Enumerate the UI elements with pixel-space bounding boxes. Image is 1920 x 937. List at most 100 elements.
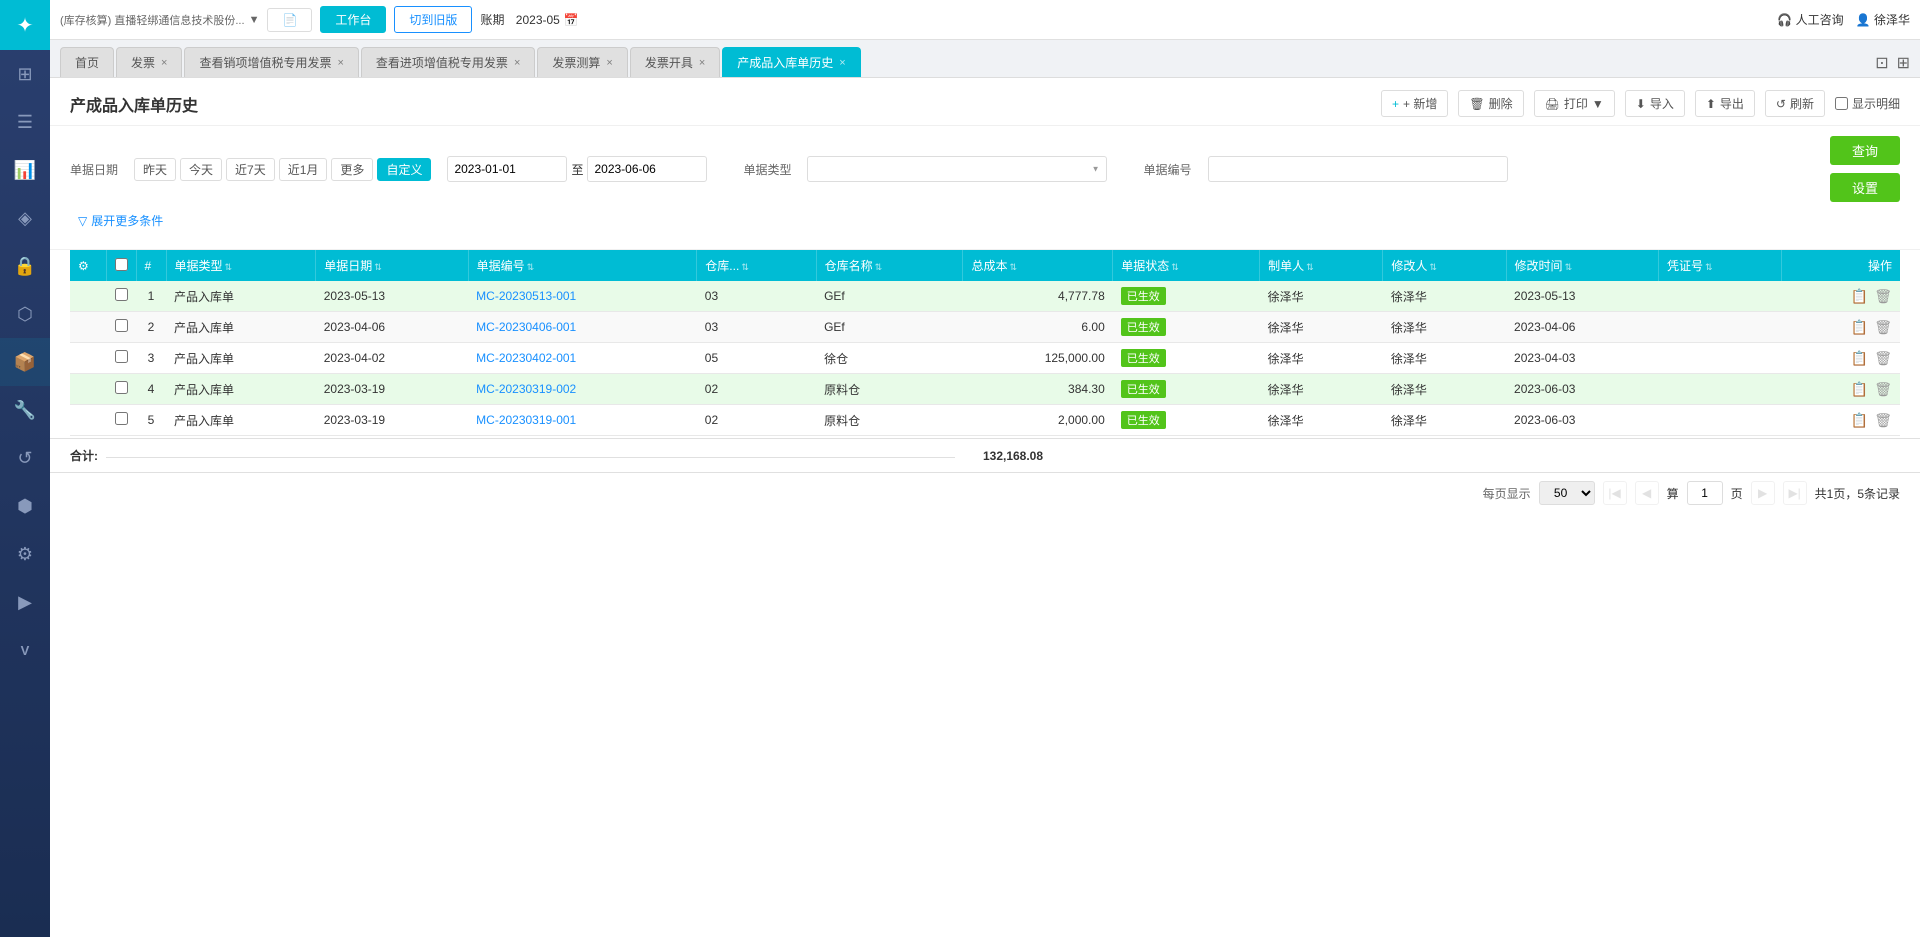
refresh-btn[interactable]: ↺ 刷新: [1765, 90, 1825, 117]
delete-btn[interactable]: 🗑 删除: [1458, 90, 1523, 117]
date-to-input[interactable]: [587, 156, 707, 182]
prev-page-btn[interactable]: ◀: [1635, 481, 1659, 505]
th-modify-time[interactable]: 修改时间⇅: [1506, 250, 1658, 281]
row-number[interactable]: MC-20230319-002: [468, 374, 697, 405]
sidebar-item-home[interactable]: ⊞: [0, 50, 50, 98]
document-btn[interactable]: 📄: [267, 8, 312, 32]
th-date[interactable]: 单据日期⇅: [316, 250, 468, 281]
show-detail-label[interactable]: 显示明细: [1835, 95, 1900, 112]
sidebar-item-doc[interactable]: ☰: [0, 98, 50, 146]
sidebar-item-diamond[interactable]: ◈: [0, 194, 50, 242]
app-logo[interactable]: ✦: [0, 0, 50, 50]
tab-invoice-close[interactable]: ×: [161, 57, 167, 69]
tab-invoice-calc[interactable]: 发票测算 ×: [537, 47, 627, 77]
import-btn[interactable]: ⬇ 导入: [1625, 90, 1685, 117]
row-checkbox[interactable]: [115, 350, 128, 363]
th-voucher[interactable]: 凭证号⇅: [1658, 250, 1781, 281]
sidebar-item-chart[interactable]: 📊: [0, 146, 50, 194]
th-settings[interactable]: ⚙: [70, 250, 106, 281]
th-total-cost[interactable]: 总成本⇅: [963, 250, 1113, 281]
number-filter-input[interactable]: [1208, 156, 1508, 182]
sidebar-item-version[interactable]: V: [0, 626, 50, 674]
row-number[interactable]: MC-20230319-001: [468, 405, 697, 436]
tab-check-input-close[interactable]: ×: [514, 57, 520, 69]
row-edit-icon[interactable]: 📋: [1851, 319, 1868, 336]
sidebar-item-product[interactable]: 📦: [0, 338, 50, 386]
row-checkbox[interactable]: [115, 288, 128, 301]
select-all-checkbox[interactable]: [115, 258, 128, 271]
row-checkbox[interactable]: [115, 319, 128, 332]
row-edit-icon[interactable]: 📋: [1851, 288, 1868, 305]
new-btn[interactable]: + + 新增: [1381, 90, 1448, 117]
sidebar-item-settings[interactable]: ⚙: [0, 530, 50, 578]
row-delete-icon[interactable]: 🗑: [1874, 350, 1892, 367]
row-edit-icon[interactable]: 📋: [1851, 412, 1868, 429]
row-checkbox-cell[interactable]: [106, 405, 136, 436]
page-number-input[interactable]: [1687, 481, 1723, 505]
row-delete-icon[interactable]: 🗑: [1874, 381, 1892, 398]
th-warehouse-name[interactable]: 仓库名称⇅: [816, 250, 963, 281]
row-delete-icon[interactable]: 🗑: [1874, 412, 1892, 429]
more-date-btn[interactable]: 更多: [331, 158, 373, 181]
th-type[interactable]: 单据类型⇅: [166, 250, 316, 281]
th-warehouse-code[interactable]: 仓库...⇅: [697, 250, 816, 281]
row-checkbox-cell[interactable]: [106, 281, 136, 312]
row-delete-icon[interactable]: 🗑: [1874, 288, 1892, 305]
company-name[interactable]: (库存核算) 直播轻绑通信息技术股份... ▼: [60, 12, 259, 28]
row-number-link[interactable]: MC-20230406-001: [476, 320, 576, 334]
page-size-select[interactable]: 50 100 200: [1539, 481, 1595, 505]
last7days-btn[interactable]: 近7天: [226, 158, 275, 181]
row-number[interactable]: MC-20230513-001: [468, 281, 697, 312]
set-btn[interactable]: 设置: [1830, 173, 1900, 202]
tab-check-sales-close[interactable]: ×: [337, 57, 343, 69]
th-creator[interactable]: 制单人⇅: [1260, 250, 1383, 281]
minimize-icon[interactable]: ⊡: [1875, 53, 1888, 73]
row-checkbox-cell[interactable]: [106, 312, 136, 343]
row-delete-icon[interactable]: 🗑: [1874, 319, 1892, 336]
date-from-input[interactable]: [447, 156, 567, 182]
next-page-btn[interactable]: ▶: [1751, 481, 1775, 505]
tab-invoice-calc-close[interactable]: ×: [606, 57, 612, 69]
sidebar-item-lock[interactable]: 🔒: [0, 242, 50, 290]
tab-invoice-open-close[interactable]: ×: [699, 57, 705, 69]
last-page-btn[interactable]: ▶|: [1783, 481, 1807, 505]
maximize-icon[interactable]: ⊞: [1897, 53, 1910, 73]
tab-home[interactable]: 首页: [60, 47, 114, 77]
sidebar-item-refresh[interactable]: ↺: [0, 434, 50, 482]
sidebar-item-tools[interactable]: 🔧: [0, 386, 50, 434]
tab-product-inbound[interactable]: 产成品入库单历史 ×: [722, 47, 860, 77]
sidebar-item-hex[interactable]: ⬡: [0, 290, 50, 338]
row-checkbox-cell[interactable]: [106, 374, 136, 405]
row-edit-icon[interactable]: 📋: [1851, 381, 1868, 398]
customer-service[interactable]: 🎧 人工咨询: [1777, 11, 1843, 28]
last1month-btn[interactable]: 近1月: [279, 158, 328, 181]
print-btn[interactable]: 🖨 打印 ▼: [1534, 90, 1615, 117]
row-number-link[interactable]: MC-20230513-001: [476, 289, 576, 303]
row-checkbox-cell[interactable]: [106, 343, 136, 374]
sidebar-item-video[interactable]: ▶: [0, 578, 50, 626]
type-select[interactable]: [807, 156, 1107, 182]
row-number[interactable]: MC-20230406-001: [468, 312, 697, 343]
expand-conditions-btn[interactable]: ▽ 展开更多条件: [70, 208, 171, 233]
yesterday-btn[interactable]: 昨天: [134, 158, 176, 181]
first-page-btn[interactable]: |◀: [1603, 481, 1627, 505]
tab-check-input-vat[interactable]: 查看进项增值税专用发票 ×: [361, 47, 535, 77]
row-number-link[interactable]: MC-20230319-002: [476, 382, 576, 396]
th-status[interactable]: 单据状态⇅: [1113, 250, 1260, 281]
th-checkbox[interactable]: [106, 250, 136, 281]
query-btn[interactable]: 查询: [1830, 136, 1900, 165]
sidebar-item-hex2[interactable]: ⬢: [0, 482, 50, 530]
tab-invoice-open[interactable]: 发票开具 ×: [630, 47, 720, 77]
custom-date-btn[interactable]: 自定义: [377, 158, 431, 181]
row-edit-icon[interactable]: 📋: [1851, 350, 1868, 367]
today-btn[interactable]: 今天: [180, 158, 222, 181]
tab-check-sales-vat[interactable]: 查看销项增值税专用发票 ×: [184, 47, 358, 77]
row-checkbox[interactable]: [115, 412, 128, 425]
user-info[interactable]: 👤 徐泽华: [1856, 11, 1910, 28]
switch-btn[interactable]: 切到旧版: [394, 6, 472, 33]
th-modifier[interactable]: 修改人⇅: [1383, 250, 1506, 281]
row-number[interactable]: MC-20230402-001: [468, 343, 697, 374]
row-number-link[interactable]: MC-20230319-001: [476, 413, 576, 427]
th-num[interactable]: #: [136, 250, 166, 281]
tab-product-inbound-close[interactable]: ×: [839, 57, 845, 69]
